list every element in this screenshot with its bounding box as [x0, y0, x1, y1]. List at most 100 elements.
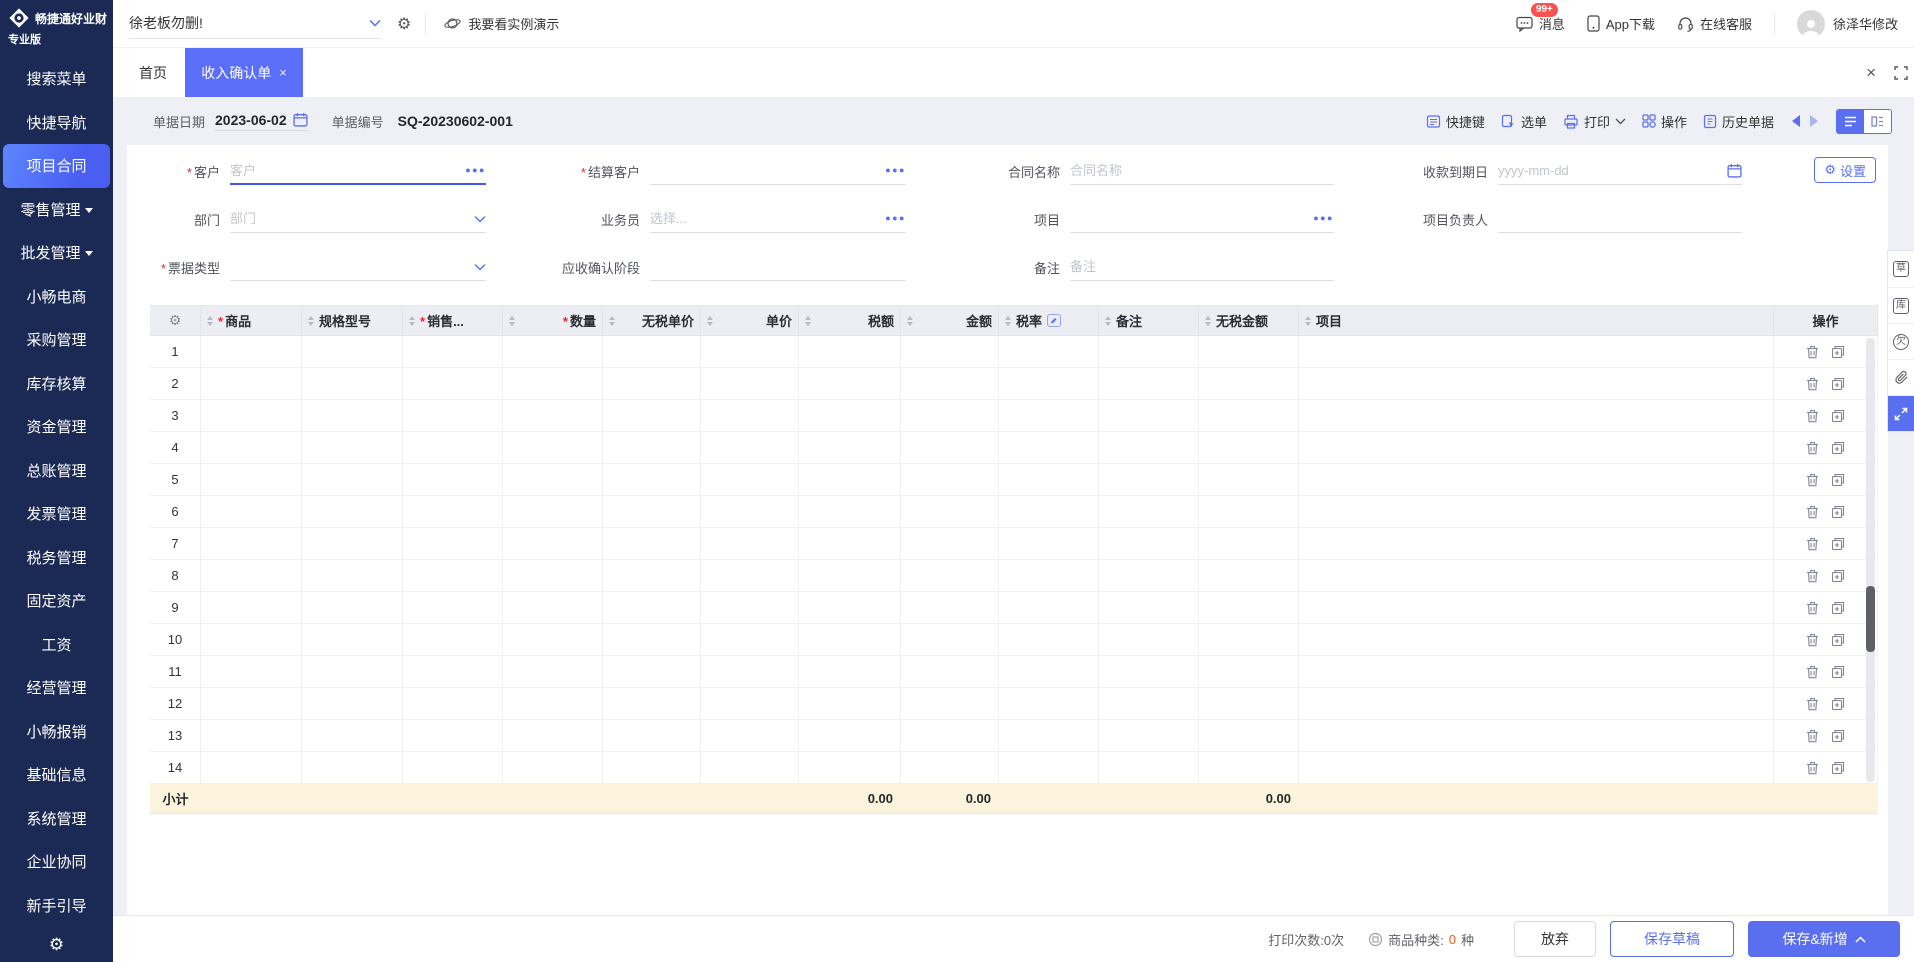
cell-project[interactable] — [1299, 624, 1774, 655]
rail-expand-button[interactable] — [1888, 395, 1914, 431]
cell-tax[interactable] — [799, 464, 901, 495]
calendar-icon[interactable] — [1723, 163, 1742, 178]
copy-row-icon[interactable] — [1831, 441, 1845, 455]
cell-spec[interactable] — [302, 720, 403, 751]
cell-amount-notax[interactable] — [1199, 528, 1299, 559]
cell-price-notax[interactable] — [603, 400, 701, 431]
toolbar-ops-button[interactable]: 操作 — [1642, 112, 1687, 131]
copy-row-button[interactable] — [1831, 569, 1845, 583]
cell-product[interactable] — [201, 400, 302, 431]
delete-row-button[interactable] — [1806, 761, 1819, 775]
rail-owe-button[interactable]: 欠 — [1888, 323, 1914, 359]
cell-project[interactable] — [1299, 656, 1774, 687]
cell-project[interactable] — [1299, 592, 1774, 623]
copy-row-icon[interactable] — [1831, 537, 1845, 551]
delete-row-icon[interactable] — [1806, 569, 1819, 583]
sidebar-item-采购管理[interactable]: 采购管理 — [0, 318, 113, 362]
delete-row-icon[interactable] — [1806, 761, 1819, 775]
calendar-icon[interactable] — [293, 112, 308, 127]
cell-price[interactable] — [701, 656, 799, 687]
cell-amount-notax[interactable] — [1199, 592, 1299, 623]
cell-price-notax[interactable] — [603, 560, 701, 591]
cell-spec[interactable] — [302, 464, 403, 495]
cell-note[interactable] — [1099, 592, 1199, 623]
cell-spec[interactable] — [302, 528, 403, 559]
sidebar-item-库存核算[interactable]: 库存核算 — [0, 362, 113, 406]
sidebar-item-新手引导[interactable]: 新手引导 — [0, 884, 113, 928]
cell-tax[interactable] — [799, 720, 901, 751]
cell-amount-notax[interactable] — [1199, 496, 1299, 527]
cell-project[interactable] — [1299, 464, 1774, 495]
project-input[interactable] — [1070, 211, 1310, 226]
cell-tax-rate[interactable] — [999, 336, 1099, 367]
delete-row-button[interactable] — [1806, 441, 1819, 455]
delete-row-icon[interactable] — [1806, 441, 1819, 455]
cell-project[interactable] — [1299, 496, 1774, 527]
cell-qty[interactable] — [503, 656, 603, 687]
cell-tax-rate[interactable] — [999, 432, 1099, 463]
sidebar-item-零售管理[interactable]: 零售管理 — [0, 188, 113, 232]
column-header-tax-rate[interactable]: 税率 — [999, 306, 1099, 335]
cell-product[interactable] — [201, 624, 302, 655]
cell-amount-notax[interactable] — [1199, 688, 1299, 719]
cell-tax[interactable] — [799, 752, 901, 783]
delete-row-button[interactable] — [1806, 473, 1819, 487]
sidebar-item-小畅报销[interactable]: 小畅报销 — [0, 710, 113, 754]
sidebar-item-项目合同[interactable]: 项目合同 — [3, 144, 110, 188]
cell-amount[interactable] — [901, 368, 999, 399]
cell-price-notax[interactable] — [603, 624, 701, 655]
cell-project[interactable] — [1299, 368, 1774, 399]
delete-row-button[interactable] — [1806, 697, 1819, 711]
cell-sales[interactable] — [403, 336, 503, 367]
cell-product[interactable] — [201, 752, 302, 783]
customer-input[interactable] — [230, 162, 462, 178]
cell-product[interactable] — [201, 464, 302, 495]
copy-row-button[interactable] — [1831, 729, 1845, 743]
more-options-icon[interactable]: ●●● — [881, 214, 906, 223]
cell-sales[interactable] — [403, 464, 503, 495]
salesman-input[interactable] — [650, 211, 882, 226]
delete-row-button[interactable] — [1806, 505, 1819, 519]
cell-product[interactable] — [201, 528, 302, 559]
sidebar-item-批发管理[interactable]: 批发管理 — [0, 231, 113, 275]
cell-qty[interactable] — [503, 624, 603, 655]
cell-qty[interactable] — [503, 528, 603, 559]
cell-price[interactable] — [701, 464, 799, 495]
cell-note[interactable] — [1099, 368, 1199, 399]
sidebar-item-发票管理[interactable]: 发票管理 — [0, 492, 113, 536]
copy-row-icon[interactable] — [1831, 665, 1845, 679]
cell-project[interactable] — [1299, 400, 1774, 431]
cell-spec[interactable] — [302, 752, 403, 783]
column-header-sales[interactable]: * 销售... — [403, 306, 503, 335]
sidebar-item-搜索菜单[interactable]: 搜索菜单 — [0, 57, 113, 101]
cell-amount-notax[interactable] — [1199, 368, 1299, 399]
cell-product[interactable] — [201, 656, 302, 687]
sort-arrows[interactable] — [707, 315, 713, 326]
cell-amount-notax[interactable] — [1199, 624, 1299, 655]
cell-note[interactable] — [1099, 688, 1199, 719]
cell-spec[interactable] — [302, 336, 403, 367]
cell-note[interactable] — [1099, 752, 1199, 783]
copy-row-icon[interactable] — [1831, 569, 1845, 583]
cell-tax-rate[interactable] — [999, 560, 1099, 591]
cell-spec[interactable] — [302, 688, 403, 719]
cell-sales[interactable] — [403, 432, 503, 463]
column-header-rownum[interactable]: ⚙ — [150, 306, 201, 335]
save-draft-button[interactable]: 保存草稿 — [1610, 921, 1734, 957]
delete-row-icon[interactable] — [1806, 665, 1819, 679]
delete-row-icon[interactable] — [1806, 505, 1819, 519]
cell-amount[interactable] — [901, 592, 999, 623]
sort-arrows[interactable] — [805, 315, 811, 326]
delete-row-button[interactable] — [1806, 729, 1819, 743]
cell-note[interactable] — [1099, 528, 1199, 559]
cell-tax-rate[interactable] — [999, 528, 1099, 559]
cell-product[interactable] — [201, 688, 302, 719]
cell-amount[interactable] — [901, 656, 999, 687]
column-header-amount-notax[interactable]: 无税金额 — [1199, 306, 1299, 335]
cell-project[interactable] — [1299, 688, 1774, 719]
delete-row-button[interactable] — [1806, 345, 1819, 359]
sort-arrows[interactable] — [207, 315, 213, 326]
more-options-icon[interactable]: ●●● — [881, 166, 906, 175]
cell-amount[interactable] — [901, 464, 999, 495]
cell-price[interactable] — [701, 336, 799, 367]
